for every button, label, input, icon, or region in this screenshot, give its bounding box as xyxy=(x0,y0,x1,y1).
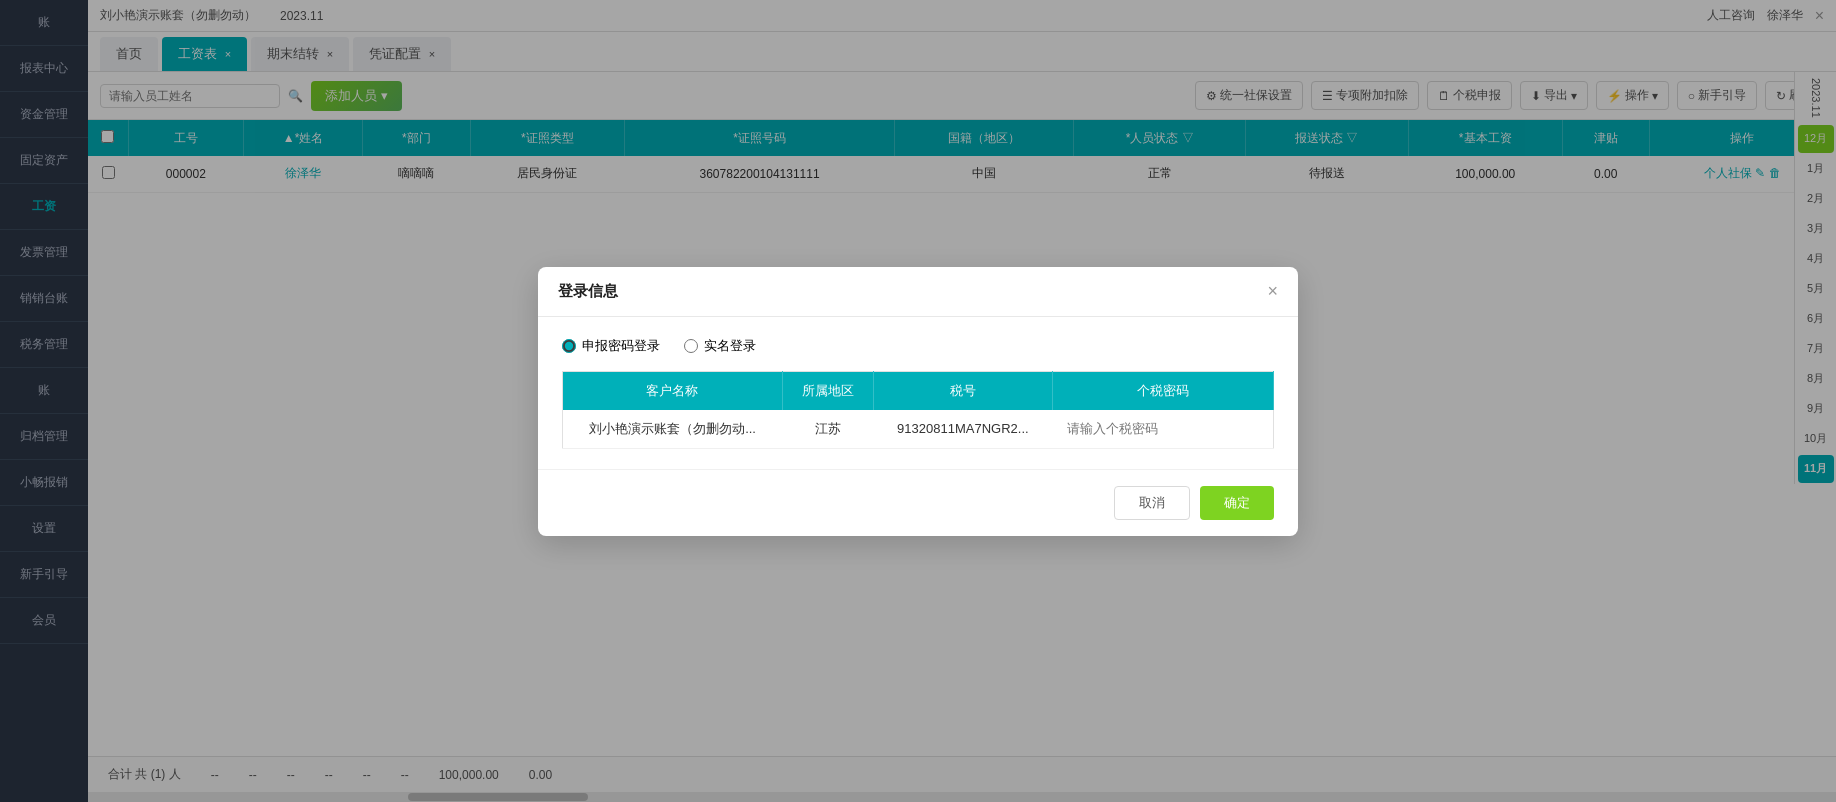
modal-close-button[interactable]: × xyxy=(1267,281,1278,302)
modal-cell-name: 刘小艳演示账套（勿删勿动... xyxy=(563,410,783,449)
confirm-button[interactable]: 确定 xyxy=(1200,486,1274,520)
tax-password-input[interactable] xyxy=(1067,421,1259,436)
login-info-table: 客户名称 所属地区 税号 个税密码 刘小艳演示账套（勿删勿动... 江苏 913… xyxy=(562,371,1274,449)
modal-overlay: 登录信息 × 申报密码登录 实名登录 客户名称 所属地 xyxy=(0,0,1836,802)
radio-password-input[interactable] xyxy=(562,339,576,353)
login-info-modal: 登录信息 × 申报密码登录 实名登录 客户名称 所属地 xyxy=(538,267,1298,536)
modal-body: 申报密码登录 实名登录 客户名称 所属地区 税号 个税密码 xyxy=(538,317,1298,469)
modal-col-name: 客户名称 xyxy=(563,371,783,410)
login-type-radio-group: 申报密码登录 实名登录 xyxy=(562,337,1274,355)
radio-realname-login[interactable]: 实名登录 xyxy=(684,337,756,355)
cancel-button[interactable]: 取消 xyxy=(1114,486,1190,520)
modal-col-region: 所属地区 xyxy=(782,371,873,410)
modal-table-row: 刘小艳演示账套（勿删勿动... 江苏 91320811MA7NGR2... xyxy=(563,410,1274,449)
radio-password-login[interactable]: 申报密码登录 xyxy=(562,337,660,355)
modal-cell-tax-no: 91320811MA7NGR2... xyxy=(873,410,1052,449)
modal-title: 登录信息 xyxy=(558,282,618,301)
modal-footer: 取消 确定 xyxy=(538,469,1298,536)
radio-realname-input[interactable] xyxy=(684,339,698,353)
modal-col-tax-no: 税号 xyxy=(873,371,1052,410)
modal-cell-password[interactable] xyxy=(1053,410,1274,449)
modal-col-password: 个税密码 xyxy=(1053,371,1274,410)
modal-cell-region: 江苏 xyxy=(782,410,873,449)
modal-header: 登录信息 × xyxy=(538,267,1298,317)
